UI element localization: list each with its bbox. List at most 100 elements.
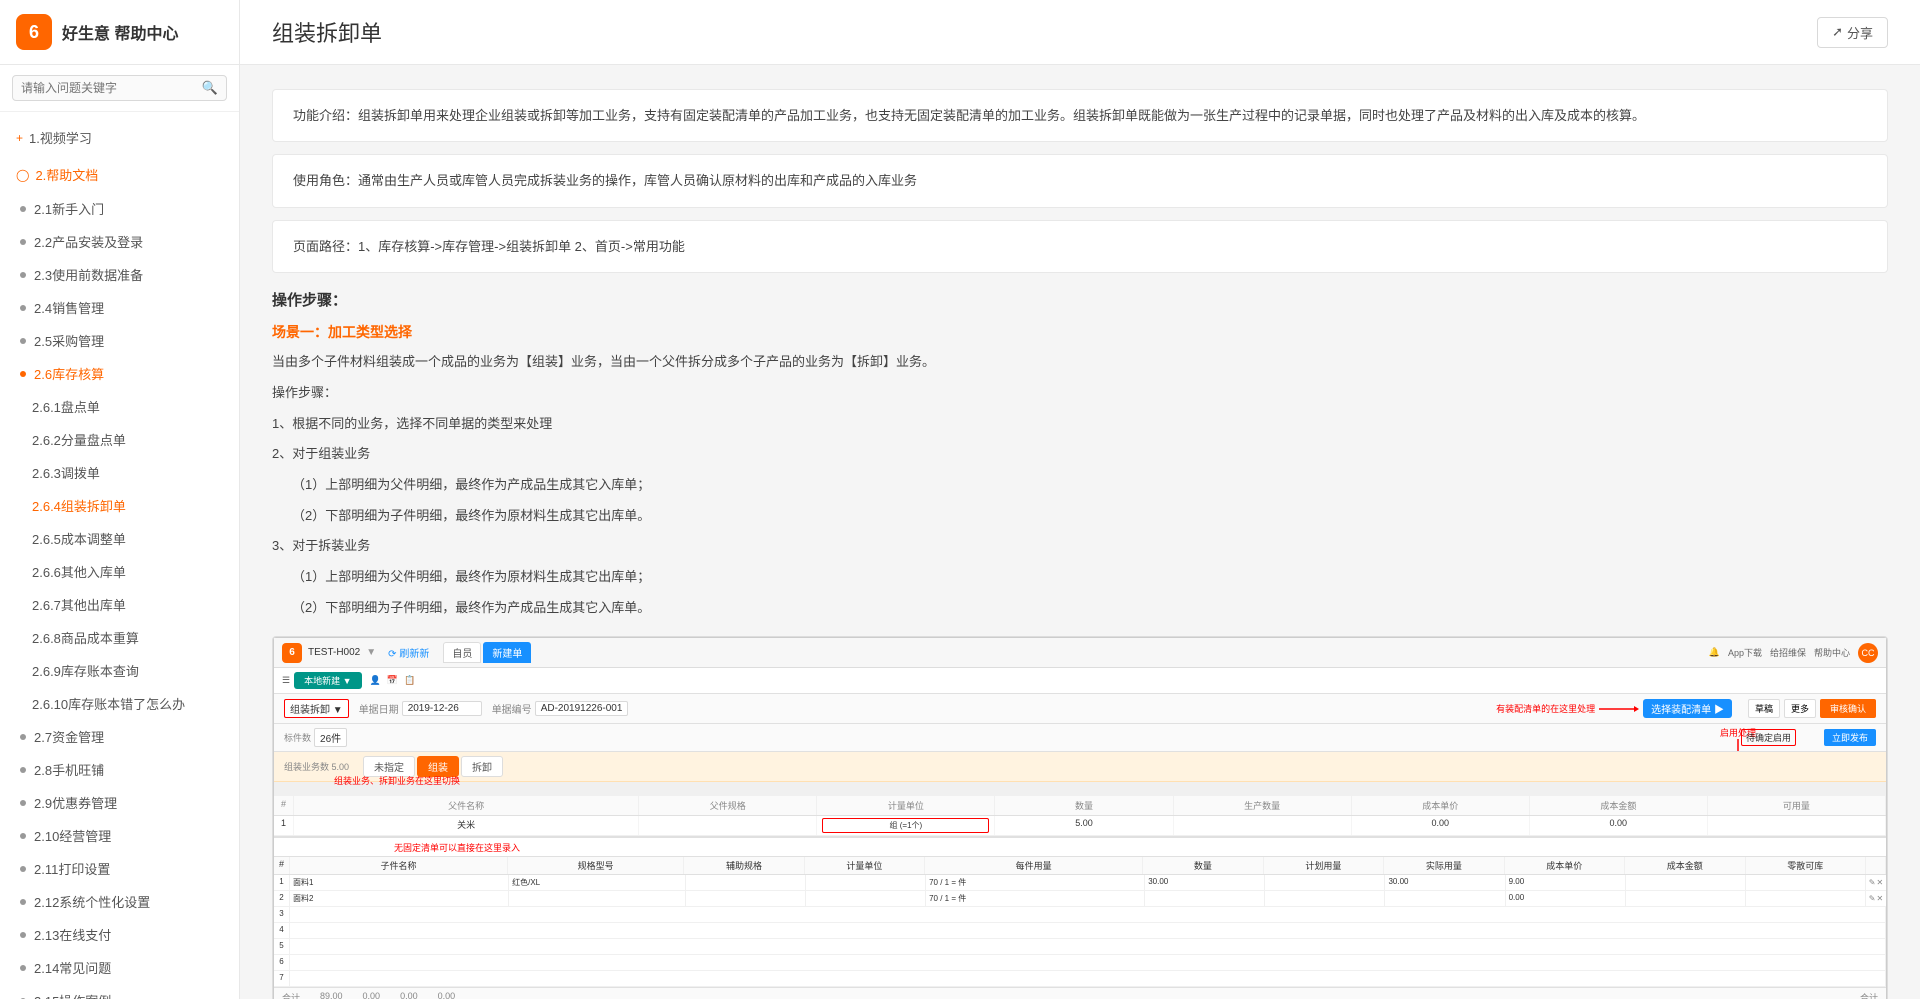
dot-icon: [20, 272, 26, 278]
table-row: 1 关米 组 (=1个) 5.00 0.00 0.00: [274, 816, 1886, 836]
step1: 1、根据不同的业务，选择不同单据的类型来处理: [272, 412, 1888, 437]
sidebar-header: 6 好生意 帮助中心: [0, 0, 239, 65]
sidebar-item-g29[interactable]: 2.9优惠券管理: [0, 786, 239, 819]
step3: 3、对于拆装业务: [272, 534, 1888, 559]
sidebar-item-g211[interactable]: 2.11打印设置: [0, 852, 239, 885]
ss-row-edit[interactable]: ✎: [1869, 878, 1876, 887]
ss-type-disassembly[interactable]: 拆卸: [461, 756, 503, 777]
ss-annotation-area1: 有装配清单的在这里处理 选择装配清单 ▶: [1496, 699, 1732, 718]
steps-label: 操作步骤：: [272, 381, 1888, 406]
ss-confirm-btn[interactable]: 审核确认: [1820, 699, 1876, 718]
sidebar-item-g215[interactable]: 2.15操作案例: [0, 984, 239, 999]
share-icon: ➚: [1832, 24, 1843, 40]
scene1-desc: 当由多个子件材料组装成一个成品的业务为【组装】业务，当由一个父件拆分成多个子产品…: [272, 350, 1888, 375]
sidebar-item-docs[interactable]: ◯ 2.帮助文档: [0, 157, 239, 192]
ss-field-date: 单据日期 2019-12-26: [359, 701, 482, 716]
nav-sub-items-2: 2.1新手入门 2.2产品安装及登录 2.3使用前数据准备 2.4销售管理 2.…: [0, 192, 239, 999]
sidebar-item-g25[interactable]: 2.5采购管理: [0, 324, 239, 357]
sidebar-item-s267[interactable]: 2.6.7其他出库单: [0, 588, 239, 621]
dot-icon: [20, 206, 26, 212]
ss-field-count: 标件数 26件: [284, 728, 347, 747]
search-input[interactable]: [21, 81, 202, 95]
dot-icon: [20, 767, 26, 773]
ss-apply-btn[interactable]: 立即发布: [1824, 729, 1876, 746]
ss-date-value[interactable]: 2019-12-26: [402, 701, 482, 716]
steps-title: 操作步骤：: [272, 289, 1888, 310]
sidebar-item-g214[interactable]: 2.14常见问题: [0, 951, 239, 984]
ss-select-assembly-btn[interactable]: 选择装配清单 ▶: [1643, 699, 1732, 718]
sidebar-item-s2610[interactable]: 2.6.10库存账本错了怎么办: [0, 687, 239, 720]
ss-row-delete[interactable]: ✕: [1876, 894, 1883, 903]
dot-icon: [20, 239, 26, 245]
intro-block-1: 功能介绍：组装拆卸单用来处理企业组装或拆卸等加工业务，支持有固定装配清单的产品加…: [272, 89, 1888, 142]
step2-1: （1）上部明细为父件明细，最终作为产成品生成其它入库单；: [292, 473, 1888, 498]
ss-company: TEST-H002: [308, 647, 360, 658]
ss-annotation1: 有装配清单的在这里处理: [1496, 702, 1595, 715]
table-row: 5: [274, 939, 1886, 955]
app-name: 好生意 帮助中心: [62, 20, 178, 44]
dot-icon: [20, 965, 26, 971]
sidebar-item-g23[interactable]: 2.3使用前数据准备: [0, 258, 239, 291]
sidebar-item-s263[interactable]: 2.6.3调拨单: [0, 456, 239, 489]
ss-row-edit[interactable]: ✎: [1869, 894, 1876, 903]
ss-header-row2: 标件数 26件 启用处理 待确定启用 立即发布: [274, 724, 1886, 752]
ss-table2: # 子件名称 规格型号 辅助规格 计量单位 每件用量 数量 计划用量 实际用量 …: [274, 856, 1886, 987]
sidebar-item-g212[interactable]: 2.12系统个性化设置: [0, 885, 239, 918]
sidebar-item-g28[interactable]: 2.8手机旺铺: [0, 753, 239, 786]
ss-tab-xinjian[interactable]: 新建单: [483, 642, 531, 663]
ss-arrow1: [1599, 703, 1639, 715]
sidebar-item-s265[interactable]: 2.6.5成本调整单: [0, 522, 239, 555]
sidebar-item-s264[interactable]: 2.6.4组装拆卸单: [0, 489, 239, 522]
dot-icon: [20, 833, 26, 839]
ss-arrow3: [1737, 739, 1739, 751]
ss-tab-ziyuan[interactable]: 自员: [443, 642, 481, 663]
sidebar-item-g210[interactable]: 2.10经营管理: [0, 819, 239, 852]
sidebar-item-s261[interactable]: 2.6.1盘点单: [0, 390, 239, 423]
sidebar-item-g26[interactable]: 2.6库存核算: [0, 357, 239, 390]
sidebar-item-s269[interactable]: 2.6.9库存账本查询: [0, 654, 239, 687]
plus-icon: +: [16, 131, 23, 145]
ss-more-btn[interactable]: 更多: [1784, 699, 1816, 718]
step2-2: （2）下部明细为子件明细，最终作为原材料生成其它出库单。: [292, 504, 1888, 529]
ss-draft-btn[interactable]: 草稿: [1748, 699, 1780, 718]
main-content: 组装拆卸单 ➚ 分享 功能介绍：组装拆卸单用来处理企业组装或拆卸等加工业务，支持…: [240, 0, 1920, 999]
screenshot: 6 TEST-H002 ▼ ⟳ 刷新新 自员 新建单 🔔 App下载 给招维保 …: [273, 637, 1887, 999]
dot-icon: [20, 866, 26, 872]
table-row: 2 面料2 70 / 1 = 件 0.00 ✎: [274, 891, 1886, 907]
search-box[interactable]: 🔍: [12, 75, 227, 101]
ss-header-form: 组装拆卸 ▼ 单据日期 2019-12-26 单据编号 AD-20191226-…: [274, 694, 1886, 724]
dot-icon: [20, 932, 26, 938]
scene1-title: 场景一：加工类型选择: [272, 322, 1888, 342]
sidebar-item-g213[interactable]: 2.13在线支付: [0, 918, 239, 951]
nav-group-2: ◯ 2.帮助文档 2.1新手入门 2.2产品安装及登录 2.3使用前数据准备: [0, 157, 239, 999]
logo-icon: 6: [16, 14, 52, 50]
nav-sub-items-26: 2.6.1盘点单 2.6.2分量盘点单 2.6.3调拨单 2.6.4组装拆卸单 …: [0, 390, 239, 720]
share-button[interactable]: ➚ 分享: [1817, 17, 1888, 48]
sidebar-item-videos[interactable]: + 1.视频学习: [0, 120, 239, 155]
ss-doctype-value[interactable]: 组装拆卸 ▼: [284, 699, 349, 718]
sidebar-item-s262[interactable]: 2.6.2分量盘点单: [0, 423, 239, 456]
sidebar-item-g27[interactable]: 2.7资金管理: [0, 720, 239, 753]
ss-field-doctype: 组装拆卸 ▼: [284, 699, 349, 718]
ss-tab-new[interactable]: 本地新建 ▼: [294, 672, 361, 689]
sidebar-item-s268[interactable]: 2.6.8商品成本重算: [0, 621, 239, 654]
ss-logo: 6: [282, 643, 302, 663]
group-2-label: 2.帮助文档: [35, 165, 98, 184]
ss-table2-header: # 子件名称 规格型号 辅助规格 计量单位 每件用量 数量 计划用量 实际用量 …: [274, 856, 1886, 875]
sidebar-item-g21[interactable]: 2.1新手入门: [0, 192, 239, 225]
ss-subnav: ☰ 本地新建 ▼ 👤 📅 📋: [274, 668, 1886, 694]
sidebar-item-g22[interactable]: 2.2产品安装及登录: [0, 225, 239, 258]
ss-unit-input[interactable]: 组 (=1个): [822, 818, 989, 833]
dot-icon: [20, 800, 26, 806]
ss-row-delete[interactable]: ✕: [1876, 878, 1883, 887]
ss-table1: # 父件名称 父件规格 计量单位 数量 生产数量 成本单价 成本金额 可用量 1…: [274, 796, 1886, 838]
ss-type-area: 组装业务数 5.00 未指定 组装 拆卸 组装业务、拆卸业务在这里切换: [274, 752, 1886, 796]
ss-icon-bar: 👤 📅 📋: [370, 675, 416, 686]
ss-topbar: 6 TEST-H002 ▼ ⟳ 刷新新 自员 新建单 🔔 App下载 给招维保 …: [274, 638, 1886, 668]
sidebar-item-g24[interactable]: 2.4销售管理: [0, 291, 239, 324]
ss-count-value[interactable]: 26件: [314, 728, 347, 747]
search-icon[interactable]: 🔍: [202, 80, 218, 96]
sidebar-item-s266[interactable]: 2.6.6其他入库单: [0, 555, 239, 588]
table-row: 6: [274, 955, 1886, 971]
sidebar: 6 好生意 帮助中心 🔍 + 1.视频学习 ◯ 2.帮助文档 2.: [0, 0, 240, 999]
